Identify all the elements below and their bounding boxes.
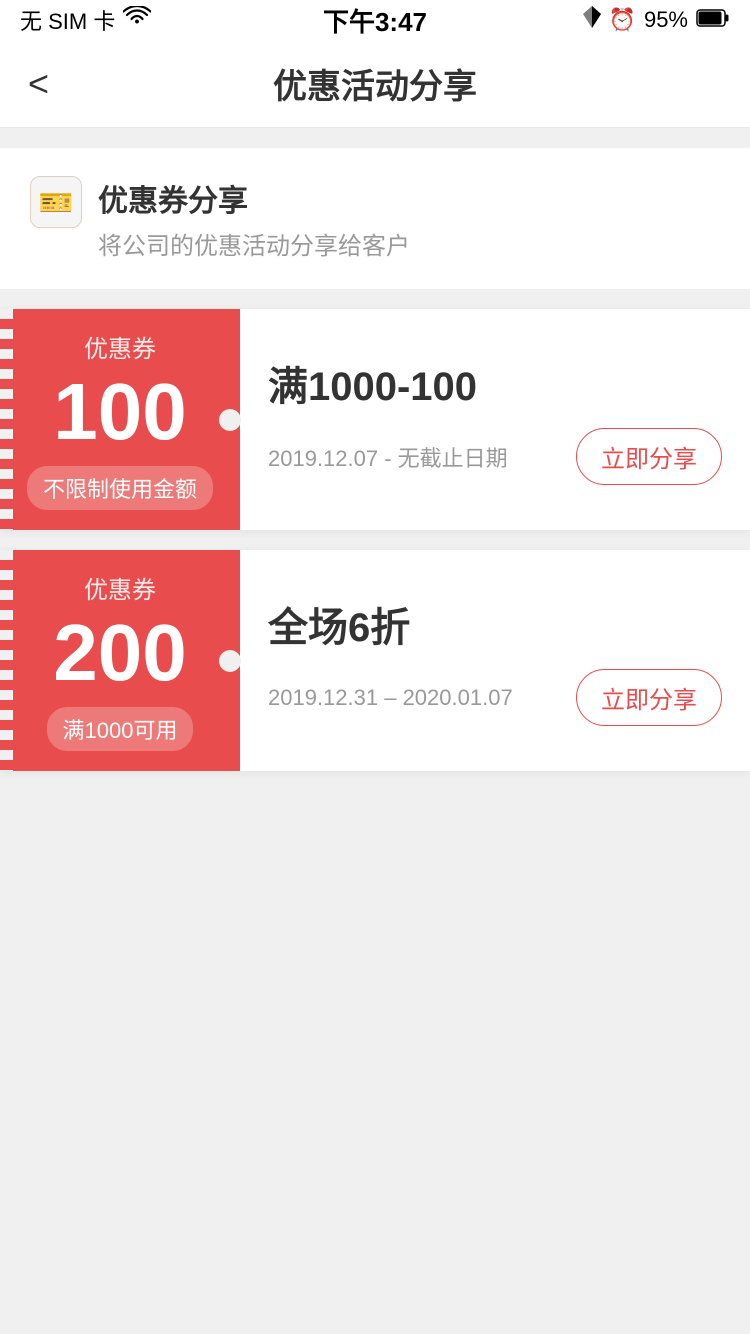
nav-bar: < 优惠活动分享	[0, 40, 750, 128]
coupon-left-0: 优惠券 100 不限制使用金额	[0, 309, 240, 530]
coupon-condition-0: 不限制使用金额	[27, 466, 213, 510]
battery-percent: 95%	[644, 7, 688, 33]
section-text: 优惠券分享 将公司的优惠活动分享给客户	[98, 176, 410, 261]
bg-filler	[0, 791, 750, 1191]
coupon-bottom-0: 2019.12.07 - 无截止日期 立即分享	[268, 428, 722, 485]
share-button-0[interactable]: 立即分享	[576, 428, 722, 485]
section-icon: 🎫	[30, 176, 82, 228]
coupon-bottom-1: 2019.12.31 – 2020.01.07 立即分享	[268, 669, 722, 726]
alarm-icon: ⏰	[609, 7, 636, 33]
coupon-name-1: 全场6折	[268, 595, 722, 653]
status-time: 下午3:47	[323, 2, 427, 39]
coupon-amount-0: 100	[53, 372, 186, 452]
coupon-amount-1: 200	[53, 613, 186, 693]
section-title: 优惠券分享	[98, 176, 410, 220]
wifi-icon	[123, 6, 151, 34]
coupon-left-1: 优惠券 200 满1000可用	[0, 550, 240, 771]
coupon-type-1: 优惠券	[84, 570, 156, 605]
carrier-text: 无 SIM 卡	[20, 4, 115, 36]
coupon-right-0: 满1000-100 2019.12.07 - 无截止日期 立即分享	[240, 309, 750, 530]
coupon-date-0: 2019.12.07 - 无截止日期	[268, 441, 508, 473]
coupon-list: 优惠券 100 不限制使用金额 满1000-100 2019.12.07 - 无…	[0, 309, 750, 791]
section-subtitle: 将公司的优惠活动分享给客户	[98, 226, 410, 261]
location-icon	[583, 6, 601, 34]
back-button[interactable]: <	[28, 66, 49, 102]
coupon-type-0: 优惠券	[84, 329, 156, 364]
status-right: ⏰ 95%	[583, 6, 730, 34]
coupon-name-0: 满1000-100	[268, 354, 722, 412]
status-bar: 无 SIM 卡 下午3:47 ⏰ 95%	[0, 0, 750, 40]
coupon-card: 优惠券 200 满1000可用 全场6折 2019.12.31 – 2020.0…	[0, 550, 750, 771]
coupon-date-1: 2019.12.31 – 2020.01.07	[268, 685, 513, 711]
share-button-1[interactable]: 立即分享	[576, 669, 722, 726]
coupon-right-1: 全场6折 2019.12.31 – 2020.01.07 立即分享	[240, 550, 750, 771]
coupon-condition-1: 满1000可用	[47, 707, 194, 751]
nav-title: 优惠活动分享	[273, 59, 477, 108]
battery-icon	[696, 7, 730, 33]
coupon-emoji-icon: 🎫	[39, 186, 74, 219]
coupon-card: 优惠券 100 不限制使用金额 满1000-100 2019.12.07 - 无…	[0, 309, 750, 530]
status-left: 无 SIM 卡	[20, 4, 151, 36]
section-header: 🎫 优惠券分享 将公司的优惠活动分享给客户	[0, 148, 750, 289]
